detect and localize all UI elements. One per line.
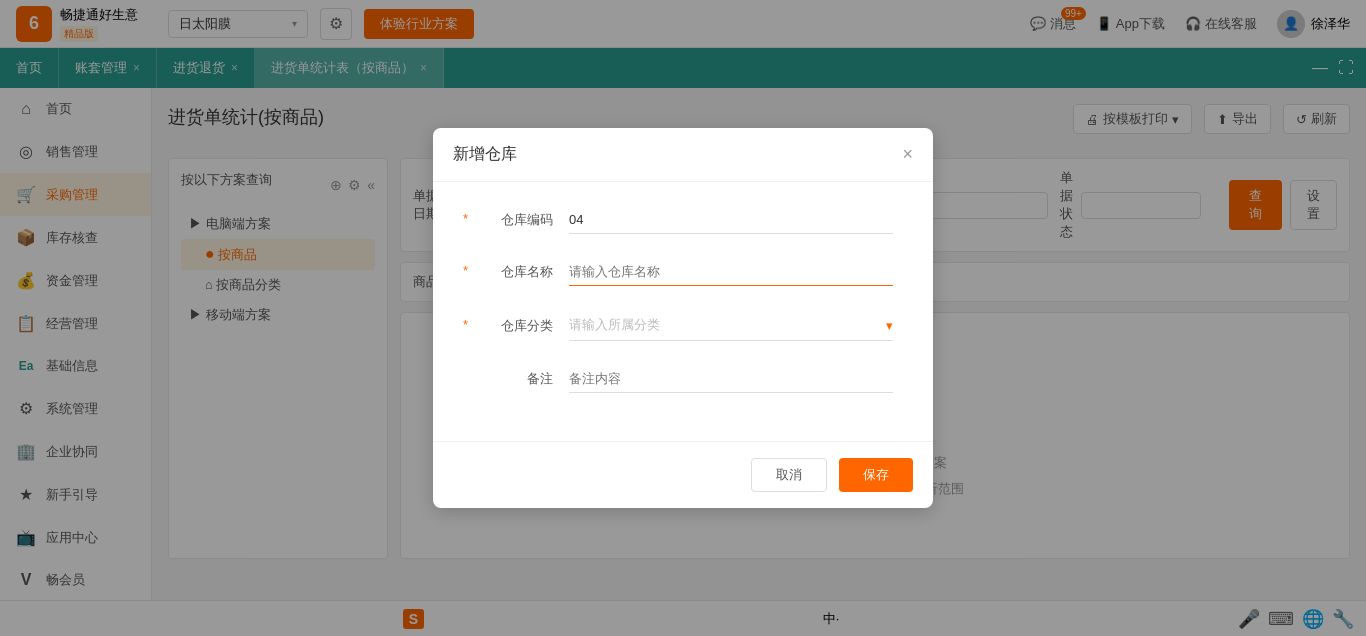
category-chevron-icon: ▾ xyxy=(886,318,893,333)
warehouse-name-input[interactable] xyxy=(569,258,893,286)
save-button[interactable]: 保存 xyxy=(839,458,913,492)
warehouse-code-input[interactable] xyxy=(569,206,893,234)
remark-input[interactable] xyxy=(569,365,893,393)
dialog-close-button[interactable]: × xyxy=(902,144,913,165)
warehouse-code-label: 仓库编码 xyxy=(473,211,553,229)
dialog-footer: 取消 保存 xyxy=(433,441,933,508)
warehouse-category-placeholder: 请输入所属分类 xyxy=(569,316,660,334)
warehouse-category-label: 仓库分类 xyxy=(473,317,553,335)
modal-overlay: 新增仓库 × 仓库编码 仓库名称 仓库分类 请输入所属分类 ▾ xyxy=(0,0,1366,636)
cancel-button[interactable]: 取消 xyxy=(751,458,827,492)
new-warehouse-dialog: 新增仓库 × 仓库编码 仓库名称 仓库分类 请输入所属分类 ▾ xyxy=(433,128,933,508)
warehouse-name-label: 仓库名称 xyxy=(473,263,553,281)
dialog-body: 仓库编码 仓库名称 仓库分类 请输入所属分类 ▾ 备注 xyxy=(433,182,933,441)
dialog-title: 新增仓库 xyxy=(453,144,517,165)
form-row-code: 仓库编码 xyxy=(473,206,893,234)
form-row-category: 仓库分类 请输入所属分类 ▾ xyxy=(473,310,893,341)
warehouse-category-select[interactable]: 请输入所属分类 ▾ xyxy=(569,310,893,341)
remark-label: 备注 xyxy=(473,370,553,388)
dialog-header: 新增仓库 × xyxy=(433,128,933,182)
form-row-name: 仓库名称 xyxy=(473,258,893,286)
form-row-remark: 备注 xyxy=(473,365,893,393)
